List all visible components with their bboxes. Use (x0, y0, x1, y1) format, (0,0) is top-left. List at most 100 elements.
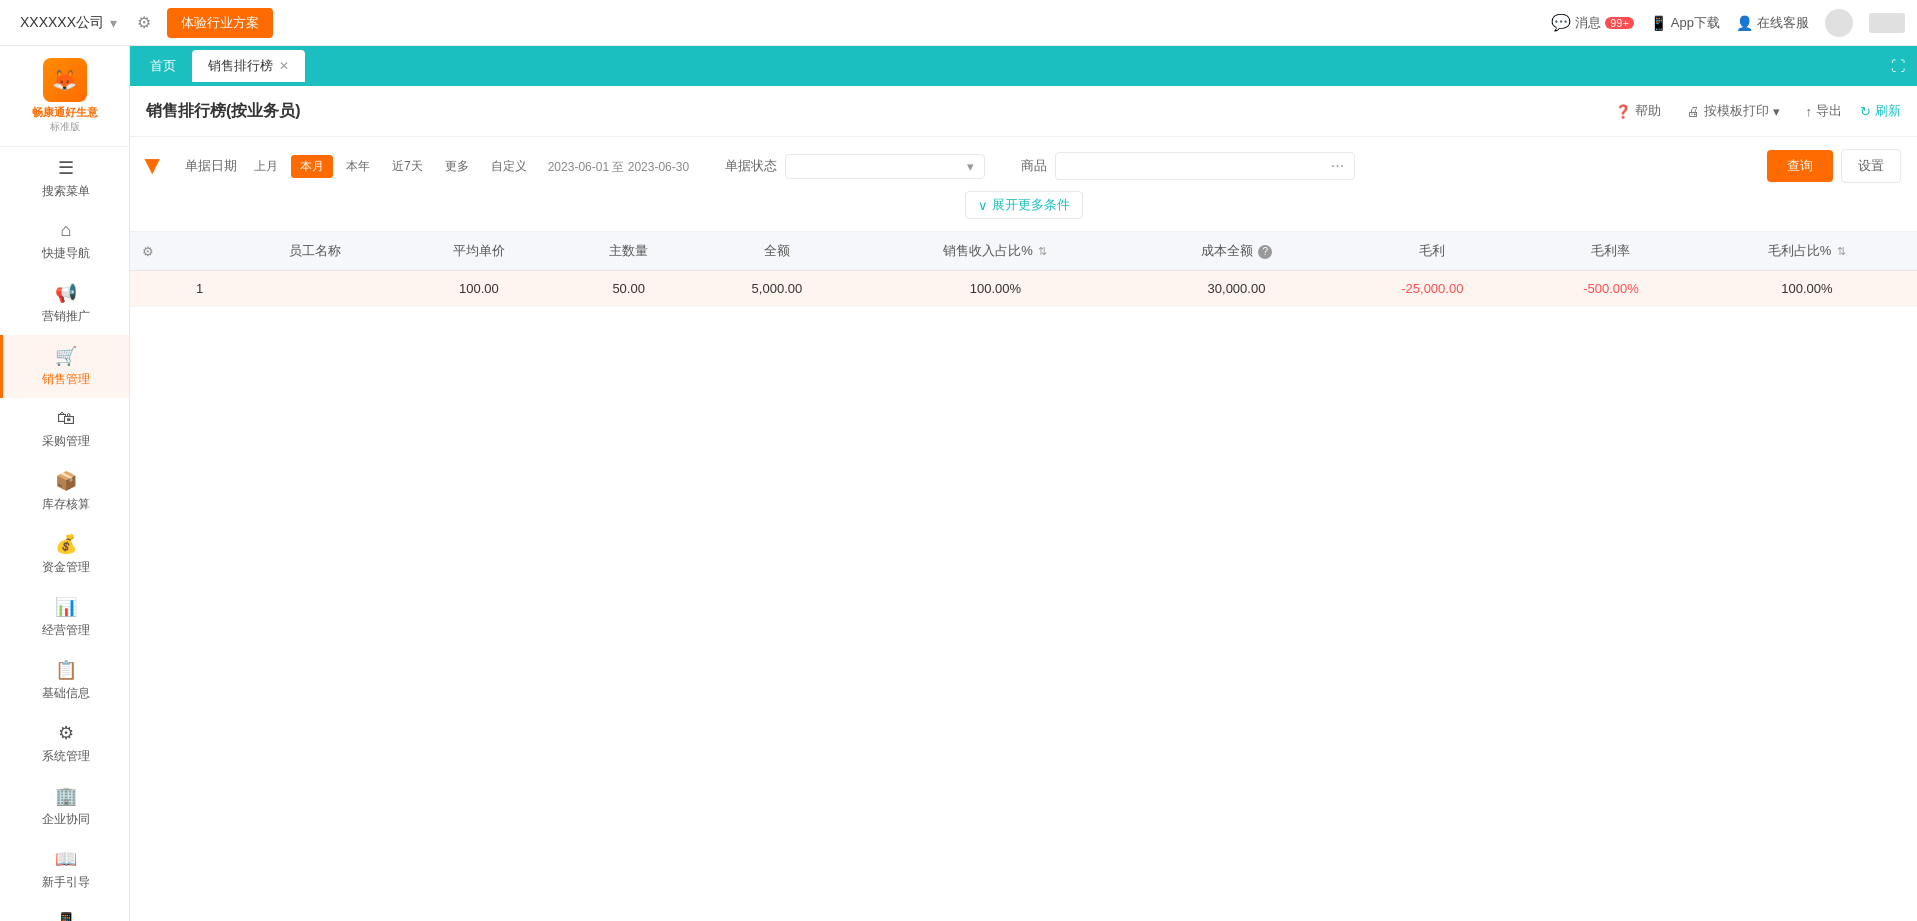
sidebar: 🦊 畅康通好生意 标准版 ☰ 搜索菜单 ⌂ 快捷导航 📢 营销推广 🛒 销售管理… (0, 46, 130, 921)
export-label: 导出 (1816, 102, 1842, 120)
row-profit: -25,000.00 (1340, 271, 1526, 307)
date-last-month[interactable]: 上月 (245, 155, 287, 178)
sidebar-item-quick-nav[interactable]: ⌂ 快捷导航 (0, 210, 129, 272)
sidebar-item-guide-label: 新手引导 (42, 874, 90, 891)
page-title: 销售排行榜(按业务员) (146, 101, 1607, 122)
message-btn[interactable]: 💬 消息 99+ (1551, 13, 1634, 32)
service-icon: 👤 (1736, 15, 1753, 31)
status-select[interactable]: ▾ (785, 154, 985, 179)
filter-row-main: ▶ 单据日期 上月 本月 本年 近7天 更多 自定义 (146, 149, 1901, 183)
sidebar-item-basic-info[interactable]: 📋 基础信息 (0, 649, 129, 712)
print-label: 按模板打印 (1704, 102, 1769, 120)
sidebar-item-finance-label: 资金管理 (42, 559, 90, 576)
sidebar-item-finance[interactable]: 💰 资金管理 (0, 523, 129, 586)
row-amount: 5,000.00 (697, 271, 858, 307)
col-sales-pct-label: 销售收入占比% (943, 243, 1033, 258)
row-profit-rate: -500.00% (1525, 271, 1697, 307)
tab-sales-ranking[interactable]: 销售排行榜 ✕ (192, 50, 305, 82)
sidebar-item-inventory[interactable]: 📦 库存核算 (0, 460, 129, 523)
status-label: 单据状态 (725, 157, 777, 175)
col-settings-header: ⚙ (130, 232, 166, 271)
date-custom[interactable]: 自定义 (482, 155, 536, 178)
message-icon: 💬 (1551, 13, 1571, 32)
main-layout: 🦊 畅康通好生意 标准版 ☰ 搜索菜单 ⌂ 快捷导航 📢 营销推广 🛒 销售管理… (0, 46, 1917, 921)
sidebar-item-purchase[interactable]: 🛍 采购管理 (0, 398, 129, 460)
date-last-7-days[interactable]: 近7天 (383, 155, 432, 178)
message-badge: 99+ (1605, 17, 1634, 29)
status-filter: 单据状态 ▾ (725, 154, 985, 179)
col-cost-label: 成本全额 (1201, 243, 1253, 258)
app-download-btn[interactable]: 📱 App下载 (1650, 14, 1720, 32)
goods-more-icon[interactable]: ··· (1331, 157, 1344, 175)
table-row: 1 100.00 50.00 5,000.00 100.00% 30,000.0… (130, 271, 1917, 307)
goods-label: 商品 (1021, 157, 1047, 175)
sales-icon: 🛒 (55, 345, 77, 367)
sidebar-item-sales[interactable]: 🛒 销售管理 (0, 335, 129, 398)
sidebar-item-quick-nav-label: 快捷导航 (42, 245, 90, 262)
basic-info-icon: 📋 (55, 659, 77, 681)
enterprise-icon: 🏢 (55, 785, 77, 807)
sidebar-item-marketing[interactable]: 📢 营销推广 (0, 272, 129, 335)
avatar[interactable] (1825, 9, 1853, 37)
status-dropdown-icon: ▾ (967, 159, 974, 174)
sidebar-item-guide[interactable]: 📖 新手引导 (0, 838, 129, 901)
tab-expand-icon[interactable]: ⛶ (1891, 58, 1905, 74)
company-selector[interactable]: XXXXXX公司 ▾ (12, 10, 125, 36)
print-icon: 🖨 (1687, 104, 1700, 119)
cost-help-icon[interactable]: ? (1258, 245, 1272, 259)
filter-expand-row: ∨ 展开更多条件 (146, 191, 1901, 219)
sidebar-item-enterprise[interactable]: 🏢 企业协同 (0, 775, 129, 838)
col-amount-label: 全额 (764, 243, 790, 258)
query-btn[interactable]: 查询 (1767, 150, 1833, 182)
col-profit-rate-label: 毛利率 (1591, 243, 1630, 258)
profit-pct-sort-icon[interactable]: ⇅ (1837, 245, 1846, 257)
search-order-icon: ☰ (58, 157, 74, 179)
sidebar-item-app-center[interactable]: 📱 应用中心 (0, 901, 129, 921)
tab-home[interactable]: 首页 (134, 50, 192, 82)
marketing-icon: 📢 (55, 282, 77, 304)
inventory-icon: 📦 (55, 470, 77, 492)
table-area: ⚙ 员工名称 平均单价 (130, 232, 1917, 307)
print-btn[interactable]: 🖨 按模板打印 ▾ (1679, 98, 1788, 124)
sidebar-item-search-order[interactable]: ☰ 搜索菜单 (0, 147, 129, 210)
sidebar-item-system-label: 系统管理 (42, 748, 90, 765)
col-name-label: 员工名称 (289, 243, 341, 258)
settings-icon[interactable]: ⚙ (137, 13, 151, 32)
sidebar-item-system[interactable]: ⚙ 系统管理 (0, 712, 129, 775)
message-label: 消息 (1575, 14, 1601, 32)
sidebar-item-operations[interactable]: 📊 经营管理 (0, 586, 129, 649)
date-range-display: 2023-06-01 至 2023-06-30 (548, 159, 689, 176)
company-dropdown-icon: ▾ (110, 15, 117, 31)
help-btn[interactable]: ❓ 帮助 (1607, 98, 1669, 124)
settings-btn[interactable]: 设置 (1841, 149, 1901, 183)
date-this-month[interactable]: 本月 (291, 155, 333, 178)
tab-sales-ranking-label: 销售排行榜 (208, 57, 273, 75)
data-table: ⚙ 员工名称 平均单价 (130, 232, 1917, 307)
print-dropdown-icon: ▾ (1773, 104, 1780, 119)
goods-select[interactable]: ··· (1055, 152, 1355, 180)
table-header-row: ⚙ 员工名称 平均单价 (130, 232, 1917, 271)
col-qty-label: 主数量 (609, 243, 648, 258)
expand-icon: ∨ (978, 198, 988, 213)
tab-actions: ⛶ (1891, 58, 1913, 74)
expand-more-btn[interactable]: ∨ 展开更多条件 (965, 191, 1083, 219)
refresh-btn[interactable]: ↻ 刷新 (1860, 102, 1901, 120)
tab-home-label: 首页 (150, 57, 176, 75)
trial-btn[interactable]: 体验行业方案 (167, 8, 273, 38)
date-more[interactable]: 更多 (436, 155, 478, 178)
content-area: 首页 销售排行榜 ✕ ⛶ 销售排行榜(按业务员) ❓ 帮助 (130, 46, 1917, 921)
export-icon: ↑ (1806, 104, 1813, 119)
date-this-year[interactable]: 本年 (337, 155, 379, 178)
app-center-icon: 📱 (55, 911, 77, 921)
sidebar-item-search-order-label: 搜索菜单 (42, 183, 90, 200)
filter-collapse-btn[interactable]: ▶ (142, 159, 166, 174)
online-service-btn[interactable]: 👤 在线客服 (1736, 14, 1809, 32)
row-avg-price: 100.00 (397, 271, 561, 307)
col-profit-label: 毛利 (1419, 243, 1445, 258)
sales-pct-sort-icon[interactable]: ⇅ (1038, 245, 1047, 257)
table-settings-icon[interactable]: ⚙ (142, 244, 154, 259)
logo-sub-text: 标准版 (50, 120, 80, 134)
tab-close-icon[interactable]: ✕ (279, 59, 289, 73)
row-cost: 30,000.00 (1133, 271, 1339, 307)
export-btn[interactable]: ↑ 导出 (1798, 98, 1851, 124)
